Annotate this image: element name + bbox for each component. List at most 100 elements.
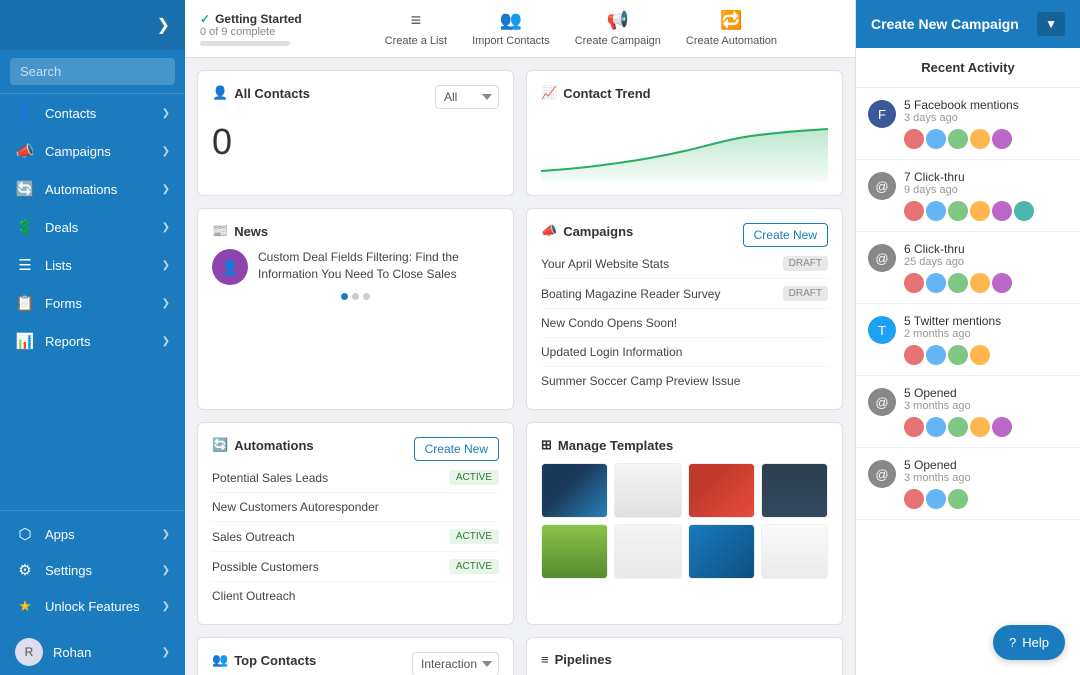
topbar-action-create-list[interactable]: ≡ Create a List — [385, 10, 447, 47]
draft-badge: DRAFT — [783, 256, 828, 271]
sidebar-item-reports[interactable]: 📊 Reports ❯ — [0, 322, 185, 360]
template-thumb-t4[interactable] — [761, 463, 828, 518]
help-icon: ? — [1009, 635, 1016, 650]
sidebar-label-apps: Apps — [45, 527, 75, 542]
automation-list-item[interactable]: New Customers Autoresponder — [212, 493, 499, 522]
activity-platform-icon: F — [868, 100, 896, 128]
automation-list-item[interactable]: Potential Sales Leads ACTIVE — [212, 463, 499, 493]
progress-bar — [200, 41, 290, 46]
dropdown-arrow-icon[interactable]: ▼ — [1037, 12, 1065, 36]
campaign-list-item[interactable]: Boating Magazine Reader Survey DRAFT — [541, 279, 828, 309]
activity-content: 5 Facebook mentions 3 days ago — [904, 98, 1068, 149]
template-thumb-t7[interactable] — [688, 524, 755, 579]
active-badge: ACTIVE — [449, 559, 499, 574]
activity-item: F 5 Facebook mentions 3 days ago — [856, 88, 1080, 160]
sidebar-label-automations: Automations — [45, 182, 117, 197]
topbar-action-create-automation[interactable]: 🔁 Create Automation — [686, 10, 777, 47]
getting-started-title: ✓ Getting Started — [200, 12, 302, 26]
avatar: R — [15, 638, 43, 666]
sidebar-item-user[interactable]: R Rohan ❯ — [0, 629, 185, 675]
automations-card-title: 🔄 Automations — [212, 437, 314, 453]
activity-avatars — [904, 273, 1068, 293]
automations-icon: 🔄 — [15, 180, 35, 198]
sidebar-label-forms: Forms — [45, 296, 82, 311]
activity-title: 5 Opened — [904, 386, 1068, 400]
help-button[interactable]: ? Help — [993, 625, 1065, 660]
activity-avatar — [970, 129, 990, 149]
automation-list-item[interactable]: Possible Customers ACTIVE — [212, 552, 499, 582]
campaigns-card: 📣 Campaigns Create New Your April Websit… — [526, 208, 843, 410]
sidebar-item-contacts[interactable]: 👤 Contacts ❯ — [0, 94, 185, 132]
import-contacts-label: Import Contacts — [472, 35, 550, 47]
sidebar-label-deals: Deals — [45, 220, 78, 235]
activity-avatar — [970, 417, 990, 437]
search-input[interactable] — [10, 58, 175, 85]
sidebar-item-unlock[interactable]: ★ Unlock Features ❯ — [0, 588, 185, 624]
automations-list: Potential Sales Leads ACTIVE New Custome… — [212, 463, 499, 610]
campaign-list-item[interactable]: Your April Website Stats DRAFT — [541, 249, 828, 279]
campaign-list-item[interactable]: Updated Login Information — [541, 338, 828, 367]
activity-avatar — [948, 129, 968, 149]
automation-name: Client Outreach — [212, 589, 295, 603]
user-chevron-icon: ❯ — [162, 647, 170, 658]
sidebar-item-deals[interactable]: 💲 Deals ❯ — [0, 208, 185, 246]
automations-create-btn[interactable]: Create New — [414, 437, 499, 461]
template-thumb-t2[interactable] — [614, 463, 681, 518]
news-dot[interactable] — [363, 293, 370, 300]
sidebar-item-lists[interactable]: ☰ Lists ❯ — [0, 246, 185, 284]
campaign-list-item[interactable]: New Condo Opens Soon! — [541, 309, 828, 338]
sidebar-item-apps[interactable]: ⬡ Apps ❯ — [0, 516, 185, 552]
contact-trend-title: 📈 Contact Trend — [541, 85, 828, 101]
collapse-arrow-icon[interactable]: ❯ — [157, 15, 170, 35]
campaigns-card-title: 📣 Campaigns — [541, 223, 633, 239]
user-name: Rohan — [53, 645, 91, 660]
news-dot[interactable] — [352, 293, 359, 300]
template-thumb-t8[interactable] — [761, 524, 828, 579]
topbar-action-create-campaign[interactable]: 📢 Create Campaign — [575, 10, 661, 47]
activity-avatar — [904, 345, 924, 365]
sidebar-item-forms[interactable]: 📋 Forms ❯ — [0, 284, 185, 322]
sidebar-item-automations[interactable]: 🔄 Automations ❯ — [0, 170, 185, 208]
news-dot[interactable] — [341, 293, 348, 300]
contacts-chevron-icon: ❯ — [162, 108, 170, 119]
automations-chevron-icon: ❯ — [162, 184, 170, 195]
template-thumb-t6[interactable] — [614, 524, 681, 579]
forms-icon: 📋 — [15, 294, 35, 312]
sidebar-item-settings[interactable]: ⚙ Settings ❯ — [0, 552, 185, 588]
activity-content: 5 Opened 3 months ago — [904, 458, 1068, 509]
pipelines-card: ≡ Pipelines — [526, 637, 843, 675]
news-item: 👤 Custom Deal Fields Filtering: Find the… — [212, 249, 499, 285]
activity-avatar — [948, 417, 968, 437]
activity-avatar — [948, 201, 968, 221]
activity-avatar — [904, 489, 924, 509]
automation-list-item[interactable]: Sales Outreach ACTIVE — [212, 522, 499, 552]
campaigns-chevron-icon: ❯ — [162, 146, 170, 157]
automation-list-item[interactable]: Client Outreach — [212, 582, 499, 610]
sidebar-item-campaigns[interactable]: 📣 Campaigns ❯ — [0, 132, 185, 170]
trend-icon: 📈 — [541, 85, 557, 101]
activity-title: 6 Click-thru — [904, 242, 1068, 256]
activity-time: 9 days ago — [904, 184, 1068, 196]
settings-icon: ⚙ — [15, 561, 35, 579]
activity-avatar — [904, 417, 924, 437]
contacts-filter-select[interactable]: AllTodayWeekMonth — [435, 85, 499, 109]
activity-avatars — [904, 489, 1068, 509]
activity-avatars — [904, 129, 1068, 149]
template-thumb-t1[interactable] — [541, 463, 608, 518]
reports-icon: 📊 — [15, 332, 35, 350]
template-thumb-t3[interactable] — [688, 463, 755, 518]
lists-icon: ☰ — [15, 256, 35, 274]
templates-card: ⊞ Manage Templates — [526, 422, 843, 625]
topbar-action-import-contacts[interactable]: 👥 Import Contacts — [472, 10, 550, 47]
sidebar-label-unlock: Unlock Features — [45, 599, 140, 614]
top-contacts-filter[interactable]: Interaction — [412, 652, 499, 675]
import-contacts-icon: 👥 — [500, 10, 522, 31]
getting-started: ✓ Getting Started 0 of 9 complete — [200, 12, 302, 46]
activity-avatar — [904, 201, 924, 221]
create-new-campaign-button[interactable]: Create New Campaign ▼ — [856, 0, 1080, 48]
person-icon: 👤 — [212, 85, 228, 101]
campaign-list-item[interactable]: Summer Soccer Camp Preview Issue — [541, 367, 828, 395]
template-thumb-t5[interactable] — [541, 524, 608, 579]
activity-avatar — [948, 273, 968, 293]
campaigns-create-btn[interactable]: Create New — [743, 223, 828, 247]
